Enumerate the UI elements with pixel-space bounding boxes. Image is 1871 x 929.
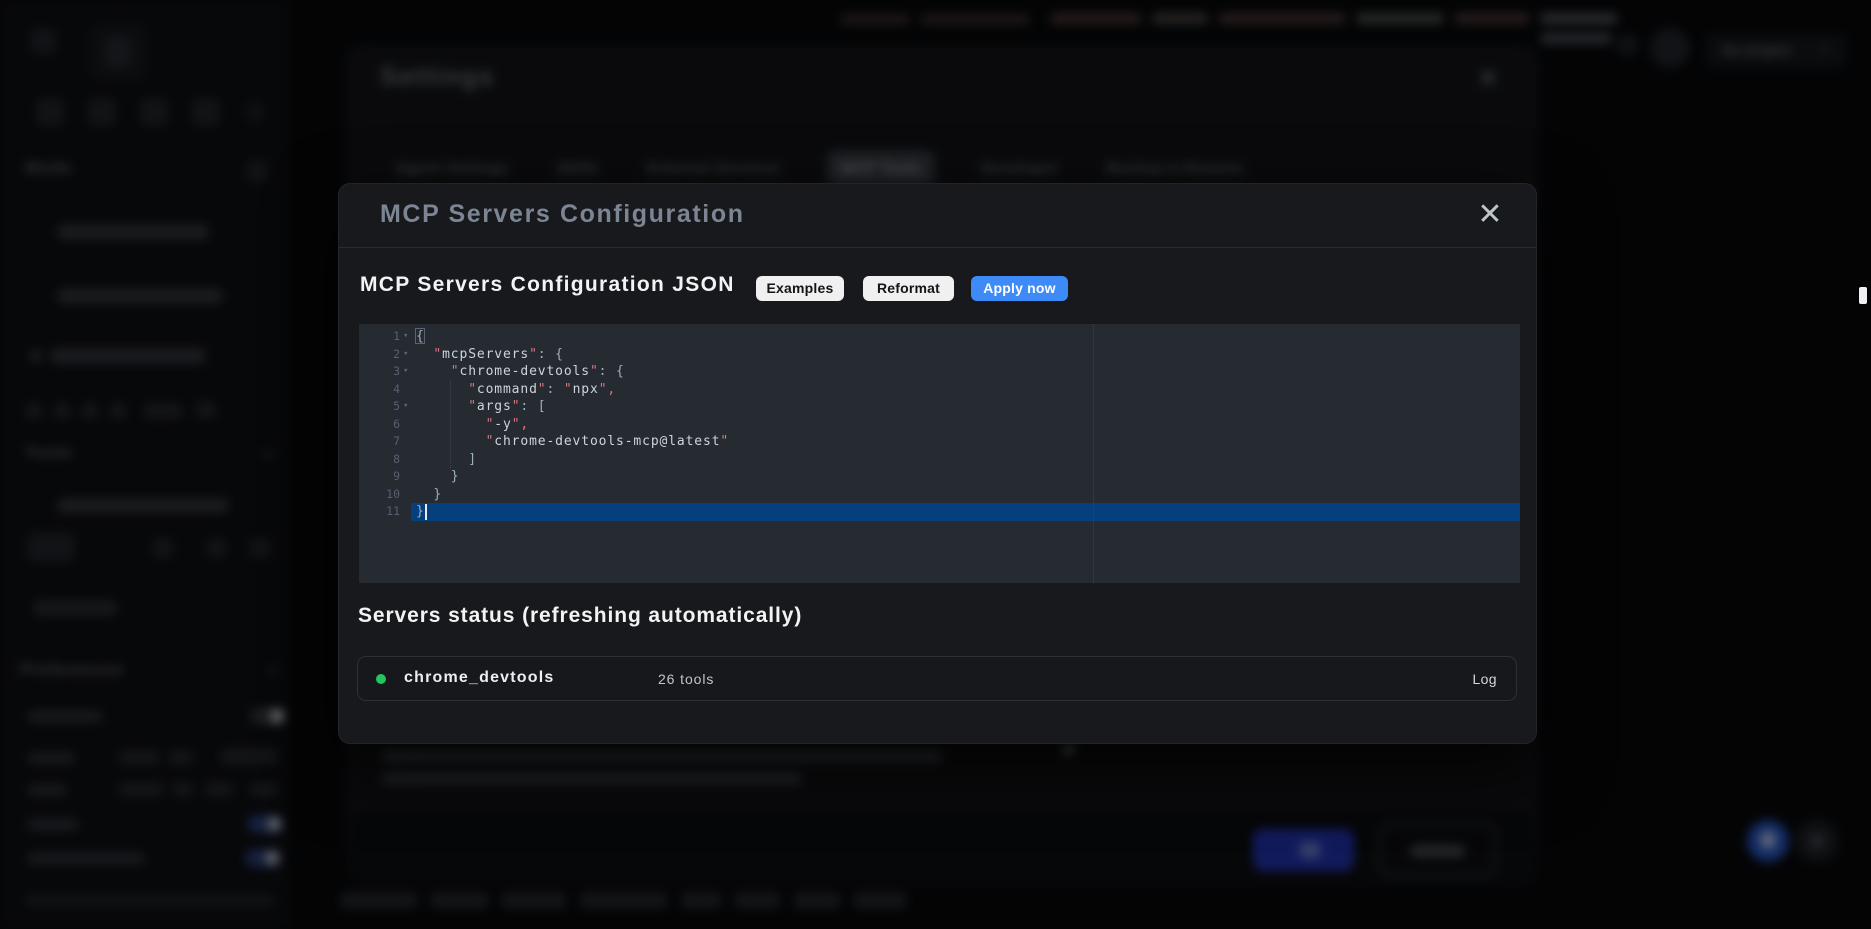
code-line[interactable]: "chrome-devtools-mcp@latest" — [416, 433, 729, 451]
examples-button[interactable]: Examples — [756, 276, 844, 301]
code-line[interactable]: } — [416, 468, 460, 486]
code-line[interactable]: "command": "npx", — [416, 381, 616, 399]
json-section-heading: MCP Servers Configuration JSON — [360, 273, 735, 296]
close-icon[interactable]: ✕ — [1472, 197, 1508, 233]
line-number: 4 — [393, 381, 400, 396]
line-number: 6 — [393, 416, 400, 431]
code-line[interactable]: { — [416, 328, 425, 346]
server-tools-count: 26 tools — [658, 671, 715, 687]
editor-code: { "mcpServers": { "chrome-devtools": { "… — [415, 324, 1520, 583]
modal-header: MCP Servers Configuration ✕ — [339, 184, 1536, 248]
editor-gutter: 1 ▾ 2 ▾ 3 ▾ 4 5 ▾ 6 7 8 9 10 11 — [359, 324, 411, 583]
modal-title: MCP Servers Configuration — [380, 200, 745, 228]
line-number: 1 — [393, 329, 400, 343]
code-line[interactable]: "args": [ — [416, 398, 546, 416]
line-number: 11 — [386, 504, 400, 518]
line-number: 5 — [393, 399, 400, 413]
line-number: 2 — [393, 346, 400, 361]
fold-icon[interactable]: ▾ — [403, 346, 408, 364]
mouse-cursor — [1859, 287, 1867, 304]
reformat-button[interactable]: Reformat — [863, 276, 954, 301]
text-cursor — [425, 504, 427, 520]
code-line[interactable]: "-y", — [416, 416, 529, 434]
mcp-servers-modal: MCP Servers Configuration ✕ MCP Servers … — [338, 183, 1537, 744]
code-line[interactable]: "mcpServers": { — [416, 346, 564, 364]
server-name: chrome_devtools — [404, 669, 555, 686]
server-log-link[interactable]: Log — [1472, 671, 1497, 687]
server-online-dot — [376, 674, 386, 684]
line-number: 9 — [393, 469, 400, 483]
code-line[interactable]: ] — [416, 451, 477, 469]
line-number: 3 — [393, 364, 400, 378]
status-heading: Servers status (refreshing automatically… — [358, 604, 803, 627]
line-number: 7 — [393, 434, 400, 448]
line-number: 8 — [393, 451, 400, 466]
server-status-row: chrome_devtools 26 tools Log — [357, 656, 1517, 701]
line-number: 10 — [386, 486, 400, 501]
apply-now-button[interactable]: Apply now — [971, 276, 1068, 301]
code-line[interactable]: "chrome-devtools": { — [416, 363, 625, 381]
code-line[interactable]: } — [416, 503, 425, 521]
fold-icon[interactable]: ▾ — [403, 328, 408, 346]
fold-icon[interactable]: ▾ — [403, 398, 408, 416]
code-line[interactable]: } — [416, 486, 442, 504]
fold-icon[interactable]: ▾ — [403, 363, 408, 381]
json-editor[interactable]: 1 ▾ 2 ▾ 3 ▾ 4 5 ▾ 6 7 8 9 10 11 { "mcpServers": { "chr… — [359, 324, 1520, 583]
screen: Mode Tools Preferences — [0, 0, 1871, 929]
